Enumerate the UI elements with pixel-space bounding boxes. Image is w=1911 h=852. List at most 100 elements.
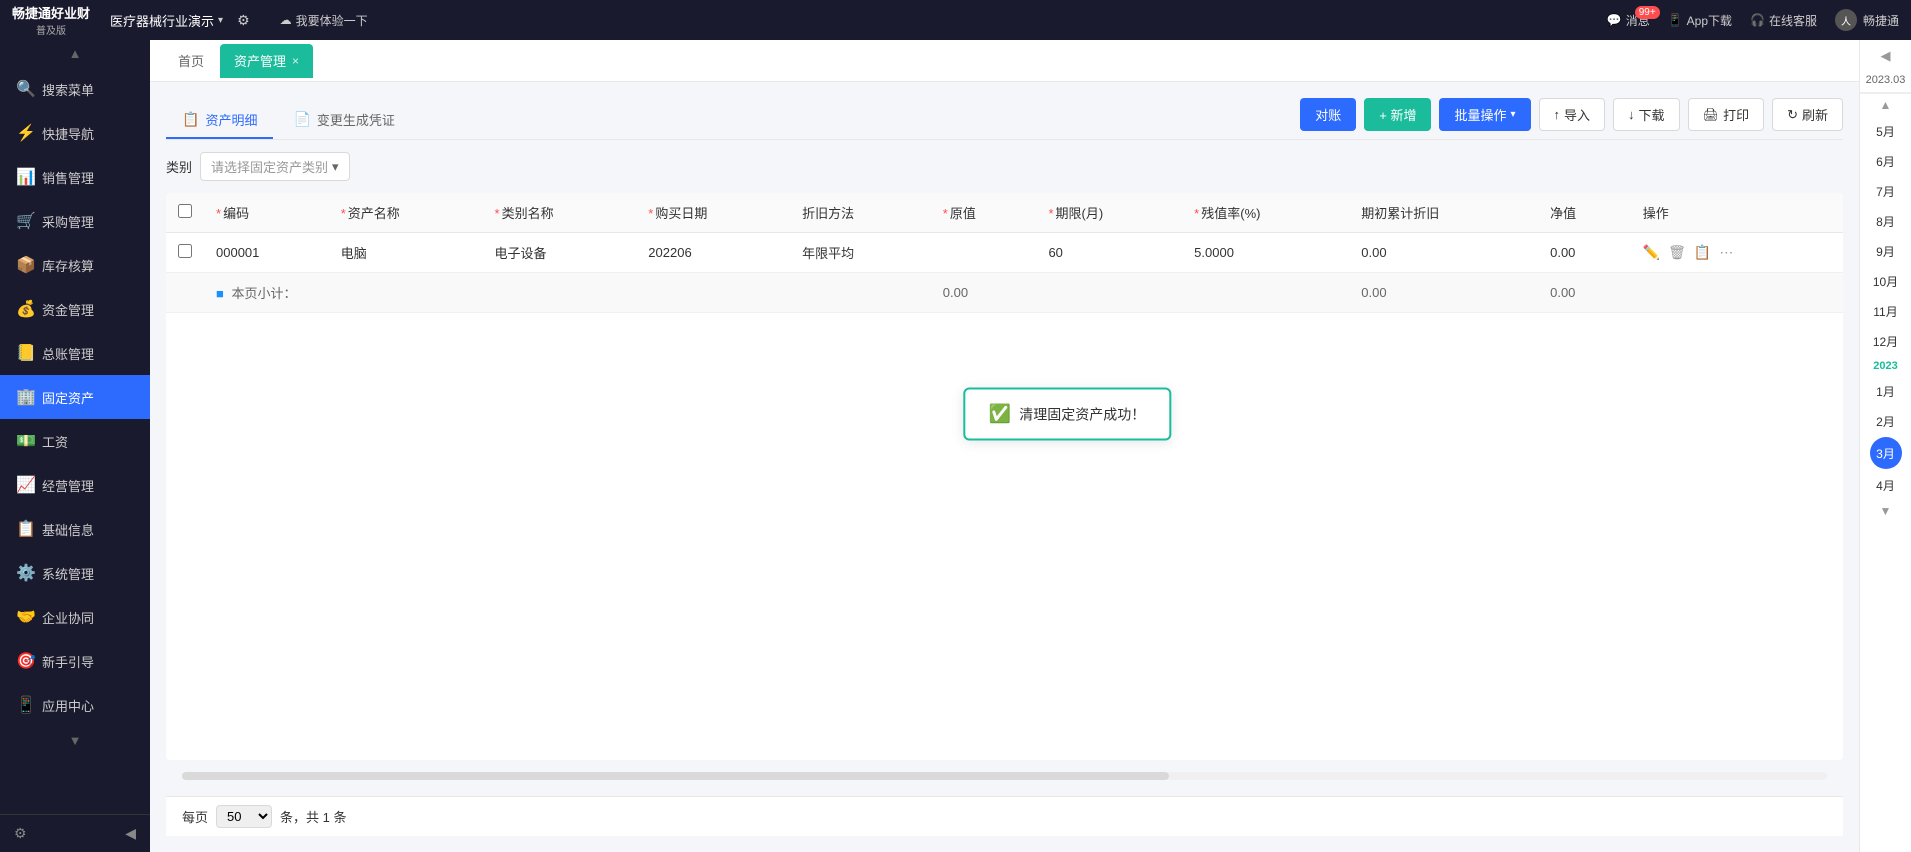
subtotal-label-cell: ■ 本页小计：: [204, 273, 931, 313]
import-btn[interactable]: ↑ 导入: [1539, 98, 1606, 131]
cal-month-5[interactable]: 5月: [1864, 117, 1908, 145]
th-original-value: *原值: [931, 193, 1037, 233]
sidebar-label-basic-info: 基础信息: [42, 520, 94, 539]
cal-month-7[interactable]: 7月: [1864, 177, 1908, 205]
sidebar-item-system[interactable]: ⚙️ 系统管理: [0, 551, 150, 595]
sub-tab-asset-detail[interactable]: 📋 资产明细: [166, 102, 273, 139]
user-menu[interactable]: 人 畅捷通: [1835, 9, 1899, 31]
company-selector[interactable]: 医疗器械行业演示 ▾: [110, 11, 223, 30]
sidebar-item-ledger[interactable]: 📒 总账管理: [0, 331, 150, 375]
pagination-bar: 每页 50 100 200 条，共 1 条: [166, 796, 1843, 836]
cal-month-3-active[interactable]: 3月: [1870, 437, 1902, 469]
new-btn[interactable]: + 新增: [1364, 98, 1431, 131]
content-area: 首页 资产管理 × 📋 资产明细 📄 变更生成凭证: [150, 40, 1859, 852]
sidebar-label-app-center: 应用中心: [42, 696, 94, 715]
tab-close-icon[interactable]: ×: [292, 54, 299, 68]
th-action: 操作: [1631, 193, 1843, 233]
app-download-label: App下载: [1687, 12, 1732, 29]
sidebar-label-funds: 资金管理: [42, 300, 94, 319]
delete-icon[interactable]: 🗑: [1668, 244, 1686, 261]
import-icon: ↑: [1554, 107, 1561, 122]
sidebar-item-quick-nav[interactable]: ⚡ 快捷导航: [0, 111, 150, 155]
table-header-row: *编码 *资产名称 *类别名称 *购买日期 折旧方法 *原值 *期限(月) *残…: [166, 193, 1843, 233]
message-button[interactable]: 💬 消息 99+: [1607, 12, 1650, 29]
account-btn[interactable]: 对账: [1300, 98, 1356, 131]
calendar-toggle-icon[interactable]: ◀: [1877, 44, 1895, 68]
sidebar-item-sales[interactable]: 📊 销售管理: [0, 155, 150, 199]
cal-month-4[interactable]: 4月: [1864, 471, 1908, 499]
enterprise-icon: 🤝: [16, 607, 34, 627]
th-name: *资产名称: [329, 193, 483, 233]
company-settings-icon[interactable]: ⚙: [237, 12, 250, 29]
sidebar-item-funds[interactable]: 💰 资金管理: [0, 287, 150, 331]
experience-button[interactable]: ☁ 我要体验一下: [280, 12, 368, 29]
topbar: 畅捷通好业财 普及版 医疗器械行业演示 ▾ ⚙ ☁ 我要体验一下 💬 消息 99…: [0, 0, 1911, 40]
sidebar-label-enterprise: 企业协同: [42, 608, 94, 627]
cal-month-11[interactable]: 11月: [1864, 297, 1908, 325]
sidebar: ▲ 🔍 搜索菜单 ⚡ 快捷导航 📊 销售管理 🛒 采购管理 📦 库存核算 💰 资…: [0, 40, 150, 852]
sidebar-item-app-center[interactable]: 📱 应用中心: [0, 683, 150, 727]
sidebar-item-guide[interactable]: 🎯 新手引导: [0, 639, 150, 683]
per-page-select[interactable]: 50 100 200: [216, 805, 272, 828]
app-download-button[interactable]: 📱 App下载: [1668, 12, 1732, 29]
sidebar-item-operations[interactable]: 📈 经营管理: [0, 463, 150, 507]
sidebar-item-purchase[interactable]: 🛒 采购管理: [0, 199, 150, 243]
app-edition: 普及版: [36, 22, 66, 37]
fixed-assets-icon: 🏢: [16, 387, 34, 407]
sidebar-item-payroll[interactable]: 💵 工资: [0, 419, 150, 463]
select-all-checkbox[interactable]: [178, 204, 192, 218]
success-check-icon: ✅: [989, 404, 1011, 425]
subtotal-net: 0.00: [1538, 273, 1631, 313]
horizontal-scrollbar[interactable]: [182, 772, 1827, 780]
page-content: 📋 资产明细 📄 变更生成凭证 对账 + 新增 批量操作 ▾: [150, 82, 1859, 852]
sales-icon: 📊: [16, 167, 34, 187]
tab-asset-management[interactable]: 资产管理 ×: [220, 44, 313, 78]
sidebar-collapse-icon[interactable]: ◀: [125, 825, 136, 842]
scrollbar-track: [182, 772, 1169, 780]
sidebar-item-fixed-assets[interactable]: 🏢 固定资产: [0, 375, 150, 419]
sub-tab-asset-detail-label: 资产明细: [205, 110, 257, 129]
row-checkbox[interactable]: [178, 244, 192, 258]
sub-tab-change-voucher[interactable]: 📄 变更生成凭证: [277, 102, 410, 139]
quick-nav-icon: ⚡: [16, 123, 34, 143]
th-category: *类别名称: [483, 193, 637, 233]
sidebar-item-inventory[interactable]: 📦 库存核算: [0, 243, 150, 287]
copy-icon[interactable]: 📋: [1694, 244, 1711, 261]
refresh-btn[interactable]: ↻ 刷新: [1772, 98, 1843, 131]
edit-icon[interactable]: ✏️: [1643, 244, 1660, 261]
cal-month-1[interactable]: 1月: [1864, 377, 1908, 405]
calendar-nav-down[interactable]: ▼: [1876, 500, 1896, 522]
inventory-icon: 📦: [16, 255, 34, 275]
right-panel-calendar: ◀ 2023.03 ▲ 5月 6月 7月 8月 9月 10月 11月 12月 2…: [1859, 40, 1911, 852]
cal-month-12[interactable]: 12月: [1864, 327, 1908, 355]
row-name: 电脑: [329, 233, 483, 273]
more-icon[interactable]: ⋯: [1719, 244, 1733, 261]
sidebar-item-enterprise[interactable]: 🤝 企业协同: [0, 595, 150, 639]
sidebar-scroll-down[interactable]: ▼: [0, 727, 150, 754]
online-service-button[interactable]: 🎧 在线客服: [1750, 12, 1817, 29]
cal-month-6[interactable]: 6月: [1864, 147, 1908, 175]
refresh-icon: ↻: [1787, 107, 1798, 123]
table-wrapper: *编码 *资产名称 *类别名称 *购买日期 折旧方法 *原值 *期限(月) *残…: [166, 193, 1843, 760]
cal-month-2[interactable]: 2月: [1864, 407, 1908, 435]
sidebar-settings-icon[interactable]: ⚙: [14, 825, 27, 842]
sidebar-label-search: 搜索菜单: [42, 80, 94, 99]
download-btn[interactable]: ↓ 下载: [1613, 98, 1680, 131]
print-btn[interactable]: 🖨 打印: [1688, 98, 1765, 131]
row-period: 60: [1036, 233, 1182, 273]
operations-icon: 📈: [16, 475, 34, 495]
cal-month-10[interactable]: 10月: [1864, 267, 1908, 295]
tab-home[interactable]: 首页: [166, 40, 216, 81]
sidebar-item-basic-info[interactable]: 📋 基础信息: [0, 507, 150, 551]
row-accum-depreciation: 0.00: [1349, 233, 1538, 273]
batch-btn[interactable]: 批量操作 ▾: [1439, 98, 1530, 131]
app-logo: 畅捷通好业财 普及版: [12, 3, 90, 37]
sidebar-scroll-up[interactable]: ▲: [0, 40, 150, 67]
sidebar-label-quick-nav: 快捷导航: [42, 124, 94, 143]
sidebar-label-purchase: 采购管理: [42, 212, 94, 231]
sidebar-item-search[interactable]: 🔍 搜索菜单: [0, 67, 150, 111]
cal-month-8[interactable]: 8月: [1864, 207, 1908, 235]
category-select[interactable]: 请选择固定资产类别 ▾: [200, 152, 350, 181]
calendar-nav-up[interactable]: ▲: [1860, 93, 1911, 116]
cal-month-9[interactable]: 9月: [1864, 237, 1908, 265]
